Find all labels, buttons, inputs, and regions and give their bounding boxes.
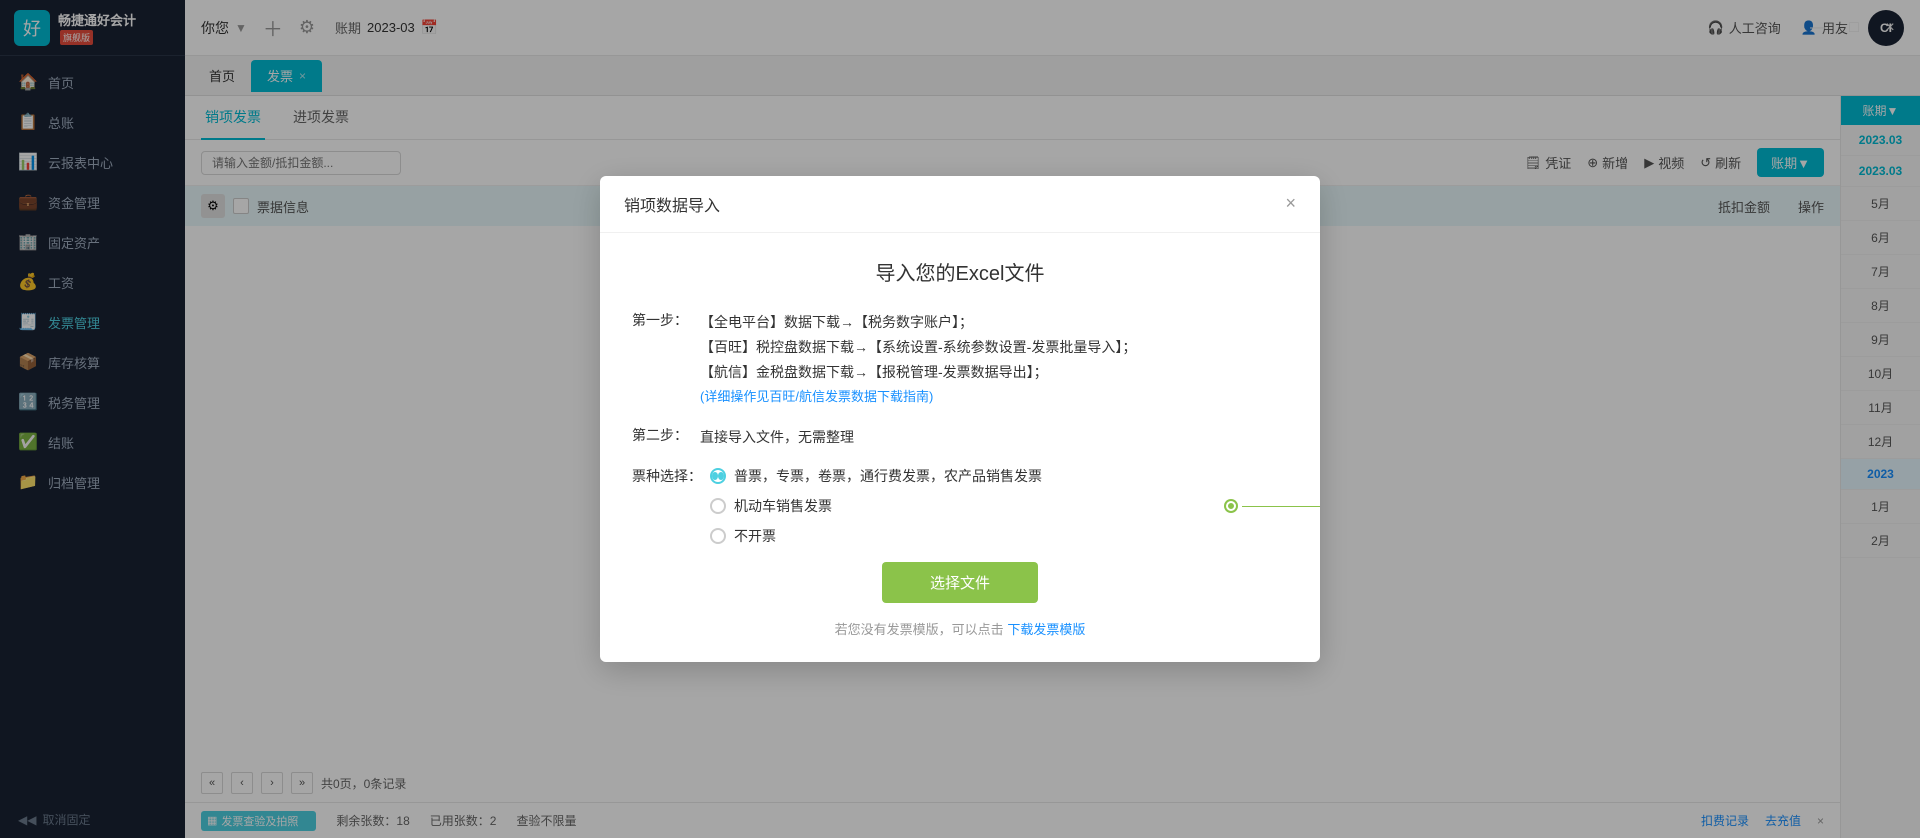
select-file-button[interactable]: 选择文件 xyxy=(882,562,1038,603)
step1-row: 第一步： 【全电平台】数据下载→【税务数字账户】； 【百旺】税控盘数据下载→【系… xyxy=(632,310,1288,409)
radio-label-normal: 普票，专票，卷票，通行费发票，农产品销售发票 xyxy=(734,466,1042,486)
radio-circle-none xyxy=(710,528,726,544)
radio-label-motor: 机动车销售发票 xyxy=(734,496,832,516)
close-window-button[interactable]: × xyxy=(1876,14,1904,42)
step1-line1: 【全电平台】数据下载→【税务数字账户】； xyxy=(700,310,1136,335)
step1-line3: 【航信】金税盘数据下载→【报税管理-发票数据导出】； xyxy=(700,360,1136,385)
step1-label: 第一步： xyxy=(632,310,688,330)
window-controls: — □ × xyxy=(1788,0,1920,56)
maximize-button[interactable]: □ xyxy=(1840,14,1868,42)
modal-main-title: 导入您的Excel文件 xyxy=(632,257,1288,286)
minimize-button[interactable]: — xyxy=(1804,14,1832,42)
radio-circle-motor xyxy=(710,498,726,514)
radio-circle-normal xyxy=(710,468,726,484)
download-template-link[interactable]: 下载发票模版 xyxy=(1007,622,1085,637)
radio-label: 票种选择： xyxy=(632,466,702,486)
radio-option-none[interactable]: 不开票 xyxy=(710,526,1042,546)
step1-link[interactable]: (详细操作见百旺/航信发票数据下载指南) xyxy=(700,389,933,404)
step1-content: 【全电平台】数据下载→【税务数字账户】； 【百旺】税控盘数据下载→【系统设置-系… xyxy=(700,310,1136,409)
step2-row: 第二步： 直接导入文件，无需整理 xyxy=(632,425,1288,450)
modal-overlay: 销项数据导入 × 导入您的Excel文件 第一步： 【全电平台】数据下载→【税务… xyxy=(0,0,1920,838)
step2-content: 直接导入文件，无需整理 xyxy=(700,425,854,450)
step1-hint: (详细操作见百旺/航信发票数据下载指南) xyxy=(700,385,1136,409)
radio-option-normal[interactable]: 普票，专票，卷票，通行费发票，农产品销售发票 xyxy=(710,466,1042,486)
radio-label-none: 不开票 xyxy=(734,526,776,546)
modal-note: 若您没有发票模版，可以点击 下载发票模版 xyxy=(632,619,1288,638)
step2-label: 第二步： xyxy=(632,425,688,445)
radio-option-motor[interactable]: 机动车销售发票 xyxy=(710,496,1042,516)
modal-close-button[interactable]: × xyxy=(1285,193,1296,214)
modal-title: 销项数据导入 xyxy=(624,192,720,216)
modal-header: 销项数据导入 × xyxy=(600,176,1320,233)
radio-options: 普票，专票，卷票，通行费发票，农产品销售发票 机动车销售发票 不开票 xyxy=(710,466,1042,546)
import-modal: 销项数据导入 × 导入您的Excel文件 第一步： 【全电平台】数据下载→【税务… xyxy=(600,176,1320,662)
radio-row: 票种选择： 普票，专票，卷票，通行费发票，农产品销售发票 机动车销售发票 xyxy=(632,466,1288,546)
step1-line2: 【百旺】税控盘数据下载→【系统设置-系统参数设置-发票批量导入】； xyxy=(700,335,1136,360)
modal-body: 导入您的Excel文件 第一步： 【全电平台】数据下载→【税务数字账户】； 【百… xyxy=(600,233,1320,662)
